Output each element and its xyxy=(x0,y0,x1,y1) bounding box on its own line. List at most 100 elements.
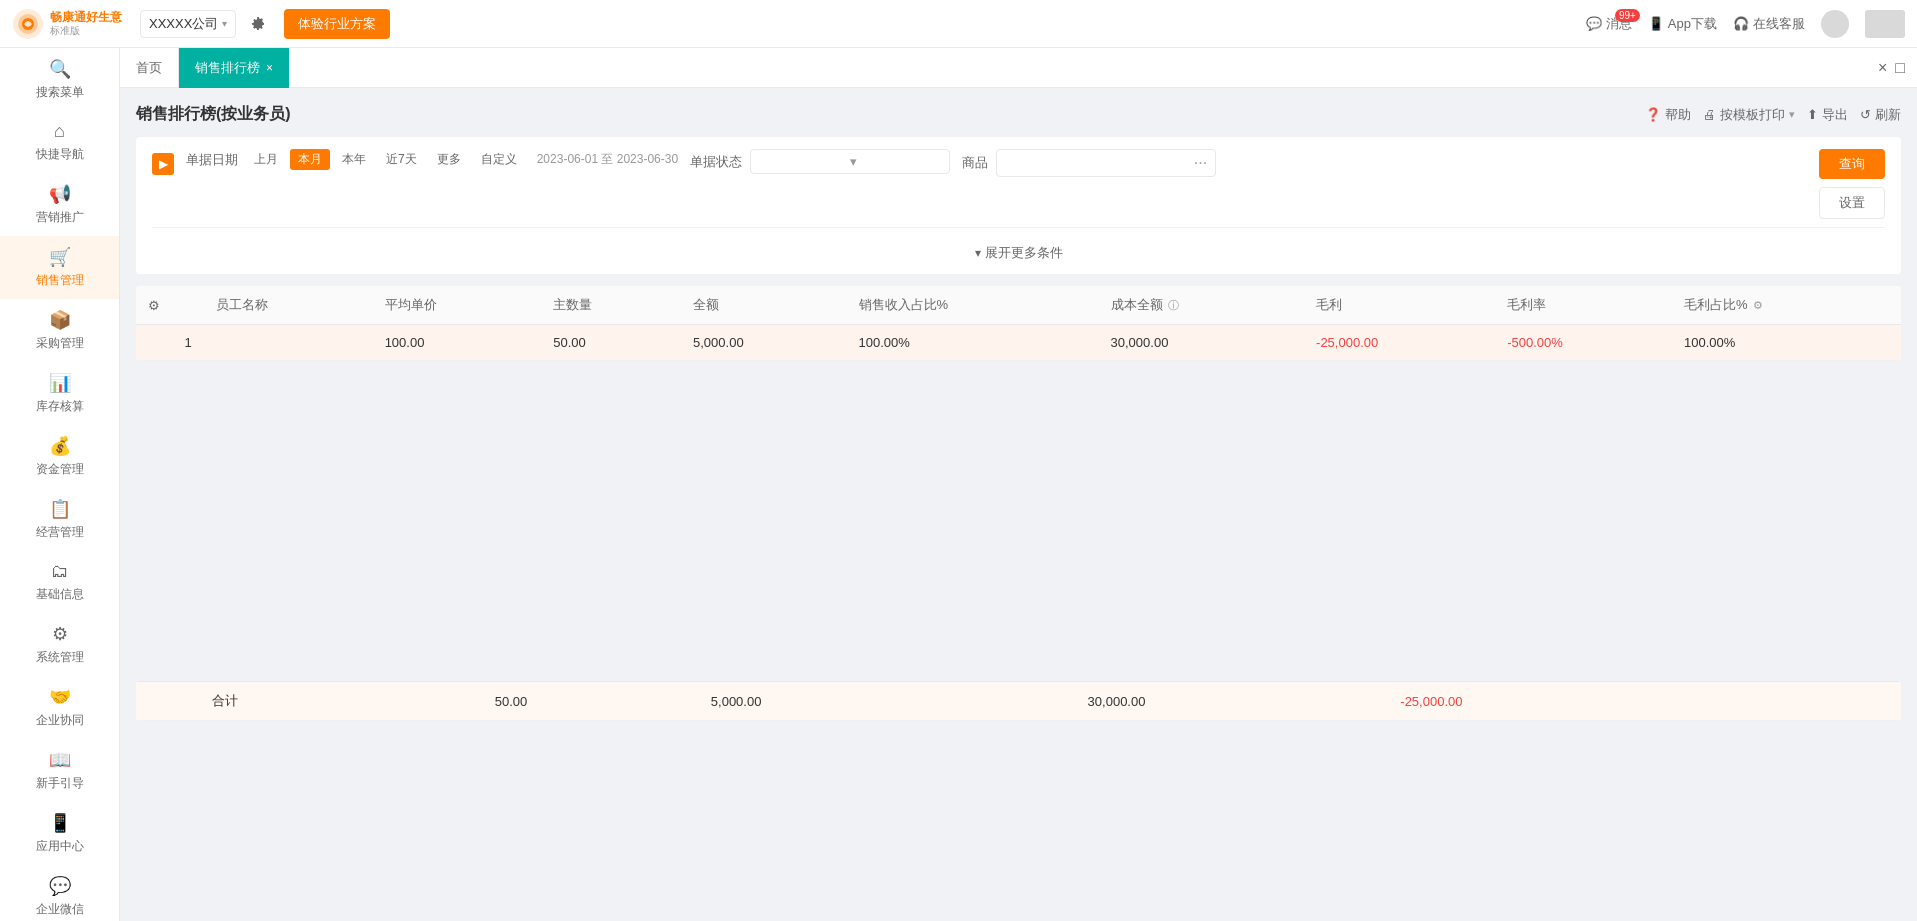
company-selector[interactable]: XXXXX公司 ▾ xyxy=(140,10,236,38)
date-btn-this-year[interactable]: 本年 xyxy=(334,149,374,170)
row-gross-rate: -500.00% xyxy=(1495,325,1672,361)
total-gross-profit: -25,000.00 xyxy=(1388,682,1717,721)
col-gross-pct: 毛利占比% ⚙ xyxy=(1672,286,1901,325)
search-icon: 🔍 xyxy=(49,58,71,80)
app-download-button[interactable]: 📱 App下载 xyxy=(1648,15,1717,33)
total-gross-rate xyxy=(1718,682,1810,721)
window-max-button[interactable]: □ xyxy=(1895,59,1905,77)
export-icon: ⬆ xyxy=(1807,107,1818,122)
col-gross-rate: 毛利率 xyxy=(1495,286,1672,325)
message-icon: 💬 xyxy=(1586,16,1602,31)
print-button[interactable]: 🖨 按模板打印 ▾ xyxy=(1703,106,1795,124)
goods-more-icon[interactable]: ··· xyxy=(1194,154,1207,172)
logo-text: 畅康通好生意 标准版 xyxy=(50,10,122,36)
total-avg-price xyxy=(391,682,483,721)
tabs-bar: 首页 销售排行榜 × × □ xyxy=(120,48,1917,88)
column-settings-button[interactable]: 设置 xyxy=(1819,187,1885,219)
tab-sales-ranking[interactable]: 销售排行榜 × xyxy=(179,48,289,88)
avatar[interactable] xyxy=(1821,10,1849,38)
status-select[interactable]: ▾ xyxy=(750,149,950,174)
total-settings-col xyxy=(136,682,168,721)
sidebar-item-finance[interactable]: 💰 资金管理 xyxy=(0,425,119,488)
message-badge: 99+ xyxy=(1615,9,1640,22)
col-settings-icon[interactable]: ⚙ xyxy=(148,298,160,313)
filter-expand-arrow[interactable]: ▶ xyxy=(152,153,174,175)
total-gross-pct xyxy=(1809,682,1901,721)
gross-pct-icon: ⚙ xyxy=(1753,299,1763,311)
money-icon: 💰 xyxy=(49,435,71,457)
expand-conditions-button[interactable]: ▾ 展开更多条件 xyxy=(975,244,1063,262)
col-main-qty: 主数量 xyxy=(541,286,681,325)
mobile-icon: 📱 xyxy=(49,812,71,834)
sidebar-item-guide[interactable]: 📖 新手引导 xyxy=(0,739,119,802)
date-buttons: 上月 本月 本年 近7天 更多 自定义 xyxy=(246,149,525,170)
date-btn-more[interactable]: 更多 xyxy=(429,149,469,170)
sidebar-item-shortcut[interactable]: ⌂ 快捷导航 xyxy=(0,111,119,173)
goods-input[interactable] xyxy=(1005,156,1190,171)
megaphone-icon: 📢 xyxy=(49,183,71,205)
date-btn-7days[interactable]: 近7天 xyxy=(378,149,425,170)
sidebar-item-apps[interactable]: 📱 应用中心 xyxy=(0,802,119,865)
gear-icon: ⚙ xyxy=(52,623,68,645)
date-btn-last-month[interactable]: 上月 xyxy=(246,149,286,170)
row-cost-amount: 30,000.00 xyxy=(1099,325,1305,361)
refresh-icon: ↺ xyxy=(1860,107,1871,122)
data-table: ⚙ 员工名称 平均单价 主数量 全额 销售收入占比% 成本全额 ⓘ xyxy=(136,286,1901,361)
tab-close-button[interactable]: × xyxy=(266,61,273,75)
date-btn-this-month[interactable]: 本月 xyxy=(290,149,330,170)
sidebar-item-inventory[interactable]: 📊 库存核算 xyxy=(0,362,119,425)
col-rank xyxy=(172,286,204,325)
date-btn-custom[interactable]: 自定义 xyxy=(473,149,525,170)
settings-button[interactable] xyxy=(244,10,272,38)
cart-icon: 🛒 xyxy=(49,246,71,268)
col-cost-amount: 成本全额 ⓘ xyxy=(1099,286,1305,325)
page-header: 销售排行榜(按业务员) ❓ 帮助 🖨 按模板打印 ▾ ⬆ xyxy=(136,104,1901,125)
sidebar-item-enterprise[interactable]: 🤝 企业协同 xyxy=(0,676,119,739)
total-table: 合计 50.00 5,000.00 30,000.00 -25,000.00 xyxy=(136,681,1901,721)
sidebar-item-basic[interactable]: 🗂 基础信息 xyxy=(0,551,119,613)
home-icon: ⌂ xyxy=(54,121,65,142)
expand-chevron-icon: ▾ xyxy=(975,246,981,260)
status-filter: 单据状态 ▾ xyxy=(690,149,950,174)
row-sales-pct: 100.00% xyxy=(847,325,1099,361)
total-cost-amount: 30,000.00 xyxy=(1076,682,1389,721)
content-area: 首页 销售排行榜 × × □ 销售排行榜(按业务员) ❓ xyxy=(120,48,1917,921)
sidebar-item-marketing[interactable]: 📢 营销推广 xyxy=(0,173,119,236)
help-button[interactable]: ❓ 帮助 xyxy=(1645,106,1691,124)
refresh-button[interactable]: ↺ 刷新 xyxy=(1860,106,1901,124)
phone-icon: 📱 xyxy=(1648,16,1664,31)
messages-button[interactable]: 💬 消息 99+ xyxy=(1586,15,1632,33)
col-gross-profit: 毛利 xyxy=(1304,286,1495,325)
online-support-button[interactable]: 🎧 在线客服 xyxy=(1733,15,1805,33)
export-button[interactable]: ⬆ 导出 xyxy=(1807,106,1848,124)
wechat-icon: 💬 xyxy=(49,875,71,897)
sidebar-item-sales[interactable]: 🛒 销售管理 xyxy=(0,236,119,299)
clipboard-icon: 📋 xyxy=(49,498,71,520)
window-close-button[interactable]: × xyxy=(1878,59,1887,77)
sidebar-item-purchase[interactable]: 📦 采购管理 xyxy=(0,299,119,362)
trial-button[interactable]: 体验行业方案 xyxy=(284,9,390,39)
question-icon: ❓ xyxy=(1645,107,1661,122)
col-sales-pct: 销售收入占比% xyxy=(847,286,1099,325)
total-sales-pct xyxy=(984,682,1076,721)
row-amount: 5,000.00 xyxy=(681,325,847,361)
total-row: 合计 50.00 5,000.00 30,000.00 -25,000.00 xyxy=(136,682,1901,721)
col-settings: ⚙ xyxy=(136,286,172,325)
tab-home[interactable]: 首页 xyxy=(120,48,179,88)
data-table-wrapper: ⚙ 员工名称 平均单价 主数量 全额 销售收入占比% 成本全额 ⓘ xyxy=(136,286,1901,361)
sidebar-item-wechat[interactable]: 💬 企业微信 xyxy=(0,865,119,921)
table-header-row: ⚙ 员工名称 平均单价 主数量 全额 销售收入占比% 成本全额 ⓘ xyxy=(136,286,1901,325)
total-row-wrapper: 合计 50.00 5,000.00 30,000.00 -25,000.00 xyxy=(136,681,1901,721)
total-main-qty: 50.00 xyxy=(483,682,699,721)
page-title: 销售排行榜(按业务员) xyxy=(136,104,291,125)
chevron-down-icon: ▾ xyxy=(222,18,227,29)
user-name xyxy=(1865,10,1905,38)
sidebar-item-system[interactable]: ⚙ 系统管理 xyxy=(0,613,119,676)
query-button[interactable]: 查询 xyxy=(1819,149,1885,179)
sidebar-item-search[interactable]: 🔍 搜索菜单 xyxy=(0,48,119,111)
col-amount: 全额 xyxy=(681,286,847,325)
sidebar-item-operations[interactable]: 📋 经营管理 xyxy=(0,488,119,551)
table-row: 1 100.00 50.00 5,000.00 100.00% 30,000.0… xyxy=(136,325,1901,361)
goods-input-wrapper: ··· xyxy=(996,149,1216,177)
sidebar: 🔍 搜索菜单 ⌂ 快捷导航 📢 营销推广 🛒 销售管理 📦 采购管理 📊 xyxy=(0,48,120,921)
